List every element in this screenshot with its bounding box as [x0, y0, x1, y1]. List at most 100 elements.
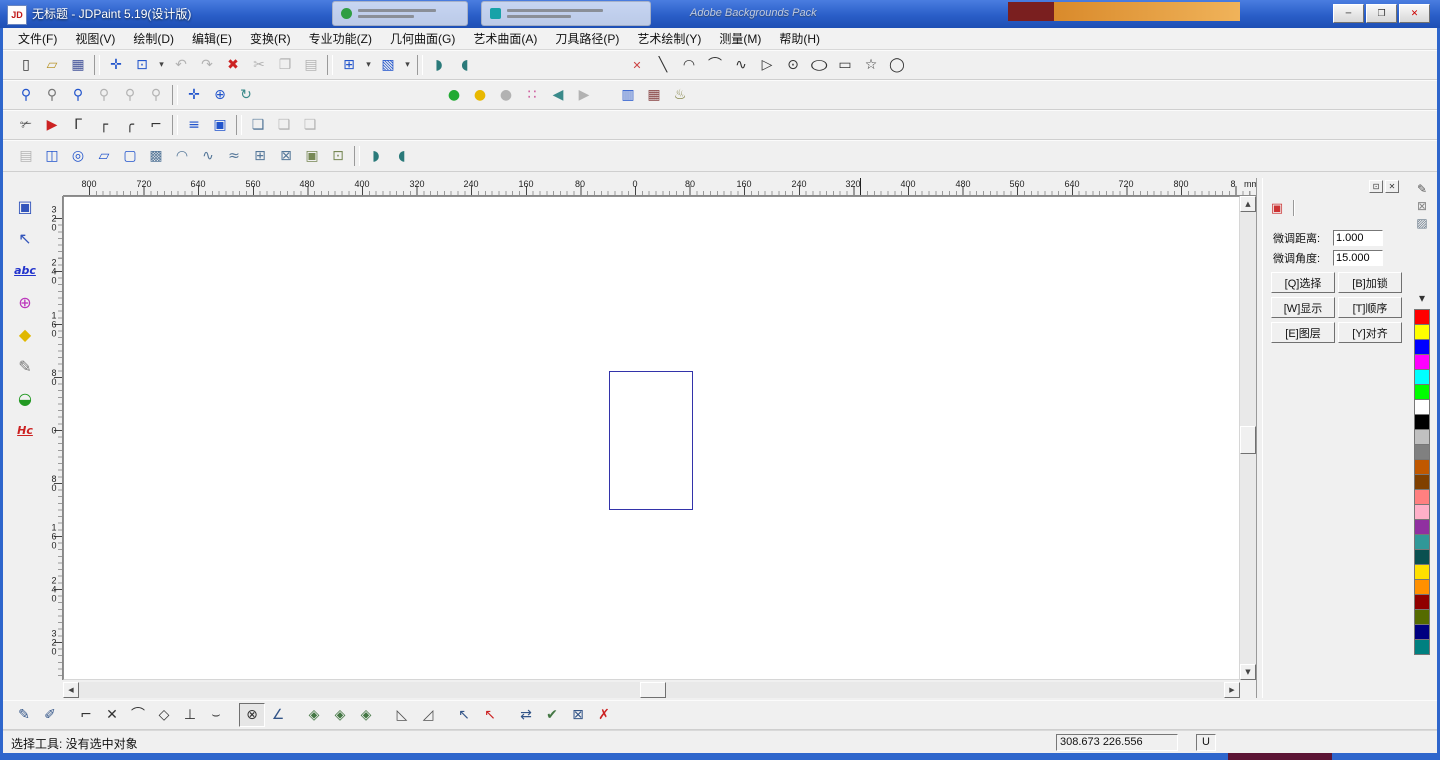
menu-edit[interactable]: 编辑(E)	[183, 28, 241, 49]
star-tool-icon[interactable]: ☆	[858, 53, 884, 77]
grid-snap-half-icon[interactable]: ◈	[327, 703, 353, 727]
line-tool-icon[interactable]: ╲	[650, 53, 676, 77]
object-book-icon[interactable]: ▥	[615, 83, 641, 107]
node-grid-icon[interactable]: ⊡	[325, 144, 351, 168]
layer-button[interactable]: [E]图层	[1271, 322, 1335, 343]
menu-transform[interactable]: 变换(R)	[241, 28, 300, 49]
panel-close-button[interactable]: ✕	[1385, 180, 1399, 193]
zoom-sheet-icon[interactable]: ⚲	[143, 83, 169, 107]
cross-array-icon[interactable]: ⊠	[273, 144, 299, 168]
zoom-all-icon[interactable]: ⚲	[117, 83, 143, 107]
color-swatch-chocolate[interactable]	[1414, 459, 1430, 475]
carve-pen-tool-icon[interactable]: ✎	[11, 352, 39, 380]
color-swatch-purple[interactable]	[1414, 519, 1430, 535]
menu-toolpath[interactable]: 刀具路径(P)	[546, 28, 628, 49]
zoom-in-icon[interactable]: ⊕	[207, 83, 233, 107]
paste-icon[interactable]: ▤	[298, 53, 324, 77]
color-swatch-yellow[interactable]	[1414, 324, 1430, 340]
open-file-icon[interactable]: ▱	[39, 53, 65, 77]
bridge-1-icon[interactable]: ❏	[245, 113, 271, 137]
scroll-down-button[interactable]: ▼	[1240, 664, 1256, 680]
data-sheet-icon[interactable]: ▦	[641, 83, 667, 107]
color-swatch-gray[interactable]	[1414, 444, 1430, 460]
select-button[interactable]: [Q]选择	[1271, 272, 1335, 293]
parallel-offset-icon[interactable]: ≡	[181, 113, 207, 137]
select-tool-icon[interactable]: ▣	[11, 192, 39, 220]
arc-deform-icon[interactable]: ◠	[169, 144, 195, 168]
spline-tool-icon[interactable]: ∿	[728, 53, 754, 77]
polygon-snap-icon[interactable]: ◇	[151, 703, 177, 727]
color-swatch-orange[interactable]	[1414, 579, 1430, 595]
circle-tool-icon[interactable]: ◯	[884, 53, 910, 77]
surface-view-icon[interactable]: ◗	[426, 53, 452, 77]
corner-snap-icon[interactable]: ⌐	[73, 703, 99, 727]
menu-file[interactable]: 文件(F)	[9, 28, 66, 49]
undo-icon[interactable]: ↶	[168, 53, 194, 77]
center-circle-tool-icon[interactable]: ⊕	[11, 288, 39, 316]
menu-view[interactable]: 视图(V)	[66, 28, 124, 49]
color-swatch-silver[interactable]	[1414, 429, 1430, 445]
arc3-tool-icon[interactable]: ◠	[676, 53, 702, 77]
zoom-dynamic-icon[interactable]: ⚲	[65, 83, 91, 107]
save-file-icon[interactable]: ▦	[65, 53, 91, 77]
color-swatch-dark-red[interactable]	[1414, 594, 1430, 610]
polygon-tool-icon[interactable]: ▷	[754, 53, 780, 77]
lock-button[interactable]: [B]加锁	[1338, 272, 1402, 293]
pick-dropdown-icon[interactable]: ▾	[155, 53, 168, 77]
redo-icon[interactable]: ↷	[194, 53, 220, 77]
corner-round-icon[interactable]: ╭	[117, 113, 143, 137]
color-swatch-blue[interactable]	[1414, 339, 1430, 355]
erase-curve-icon[interactable]: ✕	[624, 53, 650, 77]
lamp-off-icon[interactable]: ●	[493, 83, 519, 107]
drawing-canvas[interactable]	[63, 196, 1240, 680]
shaded-lamp-icon[interactable]: ●	[467, 83, 493, 107]
pattern-swatch-icon[interactable]: ▨	[1413, 214, 1431, 231]
align-edge2-icon[interactable]: ◿	[415, 703, 441, 727]
fill-tool-icon[interactable]: ◆	[11, 320, 39, 348]
arc-tool-icon[interactable]: ⌒	[702, 53, 728, 77]
center-snap-icon[interactable]: ⊗	[239, 703, 265, 727]
dot-array-icon[interactable]: ▩	[143, 144, 169, 168]
vector-cut-icon[interactable]: ✃	[13, 113, 39, 137]
region-offset-icon[interactable]: ▣	[207, 113, 233, 137]
color-swatch-brown[interactable]	[1414, 474, 1430, 490]
color-swatch-salmon[interactable]	[1414, 489, 1430, 505]
wave-deform-icon[interactable]: ∿	[195, 144, 221, 168]
material-tool-icon[interactable]: ◒	[11, 384, 39, 412]
bridge-2-icon[interactable]: ❏	[271, 113, 297, 137]
round-rect-icon[interactable]: ▢	[117, 144, 143, 168]
menu-measure[interactable]: 测量(M)	[710, 28, 770, 49]
arc-snap-icon[interactable]: ⌒	[125, 703, 151, 727]
view-back-icon[interactable]: ◀	[545, 83, 571, 107]
close-region-icon[interactable]: ⊠	[565, 703, 591, 727]
image-frame-icon[interactable]: ▣	[299, 144, 325, 168]
grid-snap-icon[interactable]: ◈	[301, 703, 327, 727]
intersect-snap-icon[interactable]: ✕	[99, 703, 125, 727]
horizontal-scroll-thumb[interactable]	[640, 682, 666, 698]
menu-pro[interactable]: 专业功能(Z)	[300, 28, 381, 49]
corner-chamfer-icon[interactable]: ┌	[91, 113, 117, 137]
minimize-button[interactable]: ─	[1333, 4, 1364, 23]
zoom-object-icon[interactable]: ⚲	[91, 83, 117, 107]
node-edit-tool-icon[interactable]: ↖	[11, 224, 39, 252]
color-swatch-teal-dark[interactable]	[1414, 639, 1430, 655]
field-input[interactable]	[1333, 250, 1383, 266]
drawn-rectangle[interactable]	[609, 371, 693, 510]
color-swatch-red[interactable]	[1414, 309, 1430, 325]
pan-view-icon[interactable]: ✛	[181, 83, 207, 107]
rotate-copy-icon[interactable]: ◎	[65, 144, 91, 168]
pick-transform-icon[interactable]: ✛	[103, 53, 129, 77]
color-swatch-gold[interactable]	[1414, 564, 1430, 580]
work-plane-dropdown-icon[interactable]: ▾	[362, 53, 375, 77]
unit-button[interactable]: U	[1196, 734, 1216, 751]
pick-node-delete-icon[interactable]: ↖	[477, 703, 503, 727]
zoom-prev-icon[interactable]: ⚲	[39, 83, 65, 107]
color-swatch-black[interactable]	[1414, 414, 1430, 430]
color-swatch-cyan[interactable]	[1414, 369, 1430, 385]
corner-trim-icon[interactable]: ⌐	[143, 113, 169, 137]
color-swatch-teal[interactable]	[1414, 534, 1430, 550]
grid-snap-free-icon[interactable]: ◈	[353, 703, 379, 727]
rectangle-tool-icon[interactable]: ▭	[832, 53, 858, 77]
surface-view2-icon[interactable]: ◗	[363, 144, 389, 168]
view-plane-icon[interactable]: ▧	[375, 53, 401, 77]
